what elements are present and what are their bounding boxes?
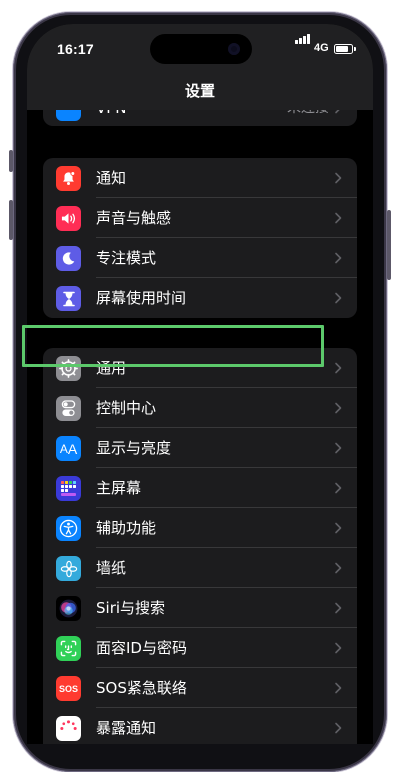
bell-icon	[56, 166, 81, 191]
flower-icon	[56, 556, 81, 581]
settings-row-sos[interactable]: SOS SOS紧急联络	[43, 668, 357, 708]
hourglass-icon	[56, 286, 81, 311]
settings-row-label: 墙纸	[96, 559, 127, 577]
side-button-left	[9, 150, 13, 172]
chevron-right-icon	[335, 442, 342, 454]
text-size-icon: AA	[56, 436, 81, 461]
chevron-right-icon	[335, 212, 342, 224]
screen: 16:17 4G 设置 VPN VPN 未连接 通知	[27, 24, 373, 744]
settings-row-label: 显示与亮度	[96, 439, 172, 457]
settings-row-screen-time[interactable]: 屏幕使用时间	[43, 278, 357, 318]
siri-icon	[56, 596, 81, 621]
page-title: 设置	[184, 82, 215, 100]
chevron-right-icon	[335, 402, 342, 414]
settings-group-2: 通用 控制中心 AA 显示与亮度 主屏幕 辅助功能 墙纸 Siri与搜索 面容I…	[43, 348, 357, 744]
settings-row-face-id[interactable]: 面容ID与密码	[43, 628, 357, 668]
settings-row-label: 辅助功能	[96, 519, 157, 537]
side-button-left-2	[9, 200, 13, 240]
moon-icon	[56, 246, 81, 271]
settings-row-label: 专注模式	[96, 249, 157, 267]
chevron-right-icon	[335, 682, 342, 694]
settings-row-label: 主屏幕	[96, 479, 142, 497]
settings-row-control-center[interactable]: 控制中心	[43, 388, 357, 428]
settings-row-label: 声音与触感	[96, 209, 172, 227]
settings-row-sounds[interactable]: 声音与触感	[43, 198, 357, 238]
side-button-right	[387, 210, 391, 280]
settings-row-label: 屏幕使用时间	[96, 289, 187, 307]
settings-row-label: 通用	[96, 359, 127, 377]
accessibility-icon	[56, 516, 81, 541]
chevron-right-icon	[335, 562, 342, 574]
sos-icon: SOS	[56, 676, 81, 701]
settings-row-display[interactable]: AA 显示与亮度	[43, 428, 357, 468]
chevron-right-icon	[335, 292, 342, 304]
settings-row-accessibility[interactable]: 辅助功能	[43, 508, 357, 548]
settings-row-exposure[interactable]: 暴露通知	[43, 708, 357, 744]
status-time: 16:17	[57, 41, 94, 57]
toggles-icon	[56, 396, 81, 421]
settings-row-general[interactable]: 通用	[43, 348, 357, 388]
settings-row-label: Siri与搜索	[96, 599, 166, 617]
settings-row-label: 暴露通知	[96, 719, 157, 737]
chevron-right-icon	[335, 362, 342, 374]
camera-icon	[228, 43, 240, 55]
chevron-right-icon	[335, 722, 342, 734]
settings-row-label: 面容ID与密码	[96, 639, 187, 657]
chevron-right-icon	[335, 522, 342, 534]
speaker-icon	[56, 206, 81, 231]
chevron-right-icon	[335, 602, 342, 614]
chevron-right-icon	[335, 482, 342, 494]
settings-row-siri[interactable]: Siri与搜索	[43, 588, 357, 628]
sos-icon-text: SOS	[58, 683, 78, 694]
settings-group-1: 通知 声音与触感 专注模式 屏幕使用时间	[43, 158, 357, 318]
chevron-right-icon	[335, 172, 342, 184]
settings-row-label: 通知	[96, 169, 127, 187]
gear-icon	[56, 356, 81, 381]
status-bar: 16:17 4G	[27, 34, 373, 64]
settings-row-notifications[interactable]: 通知	[43, 158, 357, 198]
settings-row-home-screen[interactable]: 主屏幕	[43, 468, 357, 508]
settings-row-wallpaper[interactable]: 墙纸	[43, 548, 357, 588]
settings-row-label: SOS紧急联络	[96, 679, 187, 697]
chevron-right-icon	[335, 642, 342, 654]
battery-icon	[334, 44, 356, 54]
settings-row-focus[interactable]: 专注模式	[43, 238, 357, 278]
chevron-right-icon	[335, 252, 342, 264]
navigation-bar: 16:17 4G 设置	[27, 24, 373, 110]
app-grid-icon	[56, 476, 81, 501]
dynamic-island	[150, 34, 252, 64]
settings-row-label: 控制中心	[96, 399, 157, 417]
network-type: 4G	[314, 42, 329, 54]
face-id-icon	[56, 636, 81, 661]
